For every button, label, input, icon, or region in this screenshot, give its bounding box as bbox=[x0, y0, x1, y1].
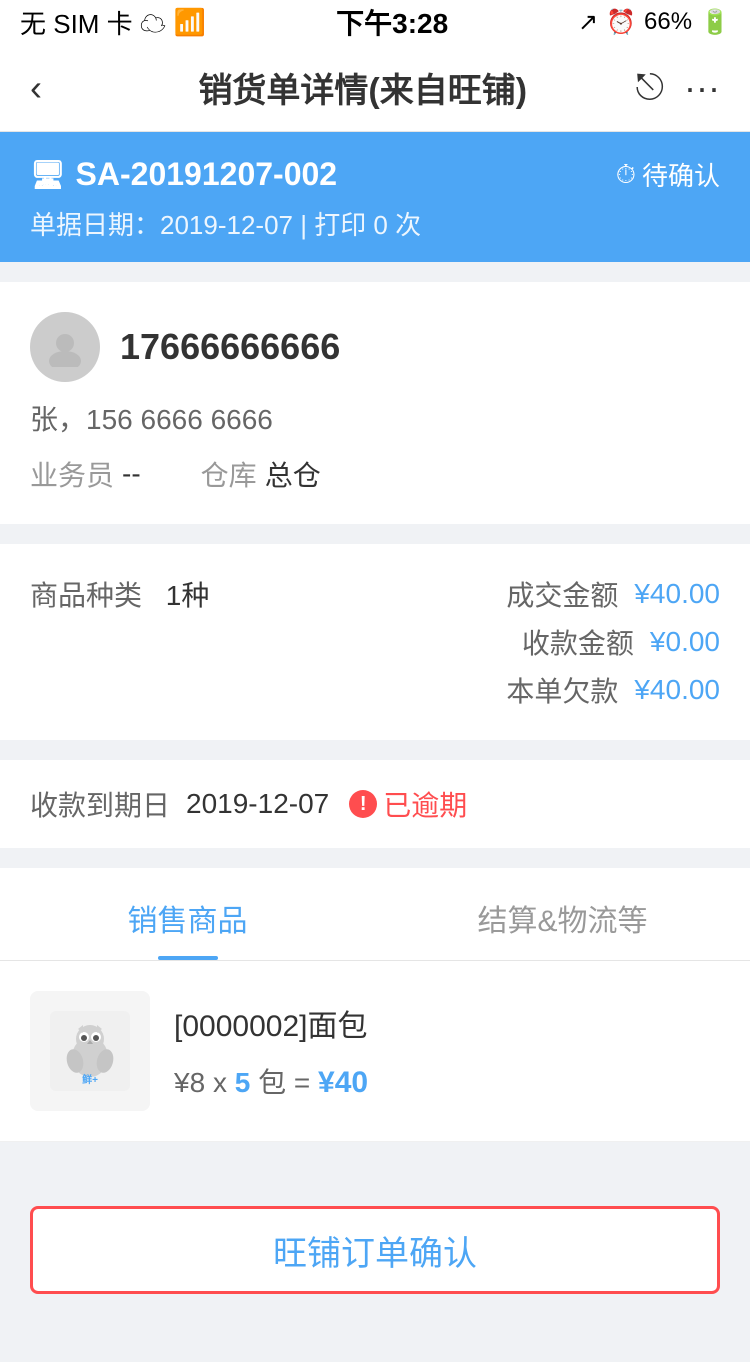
alarm-icon: ⏰ bbox=[606, 8, 636, 37]
price-per-unit: ¥8 bbox=[174, 1067, 205, 1098]
product-image: 鲜+ bbox=[30, 991, 150, 1111]
transaction-amount-item: 成交金额 ¥40.00 bbox=[506, 574, 720, 614]
nav-actions: ⎋ ··· bbox=[636, 66, 720, 109]
owed-amount-label: 本单欠款 bbox=[506, 670, 618, 710]
product-kind-value: 1种 bbox=[166, 580, 210, 611]
summary-left: 商品种类 1种 bbox=[30, 574, 209, 614]
status-bar: 无 SIM 卡 ☁ 📶 下午3:28 ↗ ⏰ 66% 🔋 bbox=[0, 0, 750, 44]
owed-amount-value: ¥40.00 bbox=[634, 674, 720, 706]
due-date-card: 收款到期日 2019-12-07 ! 已逾期 bbox=[0, 760, 750, 848]
overdue-badge: ! 已逾期 bbox=[349, 784, 467, 824]
order-header-card: 🖥 SA-20191207-002 ⏱ 待确认 单据日期：2019-12-07 … bbox=[0, 132, 750, 262]
product-thumbnail: 鲜+ bbox=[50, 1011, 130, 1091]
warehouse-label: 仓库 bbox=[201, 454, 257, 494]
order-id: 🖥 SA-20191207-002 bbox=[30, 156, 337, 193]
status-time: 下午3:28 bbox=[336, 2, 448, 42]
order-status: ⏱ 待确认 bbox=[616, 156, 720, 193]
page-title: 销货单详情(来自旺铺) bbox=[90, 63, 636, 112]
total-value: ¥40 bbox=[318, 1066, 368, 1099]
overdue-text: 已逾期 bbox=[383, 784, 467, 824]
status-clock-icon: ⏱ bbox=[616, 159, 636, 191]
avatar bbox=[30, 312, 100, 382]
order-date: 单据日期：2019-12-07 | 打印 0 次 bbox=[30, 205, 720, 242]
product-price: ¥8 x 5 包 = ¥40 bbox=[174, 1061, 720, 1101]
sim-status: 无 SIM 卡 ☁ bbox=[20, 4, 166, 41]
warehouse-item: 仓库 总仓 bbox=[201, 454, 321, 494]
bottom-bar: 旺铺订单确认 bbox=[0, 1186, 750, 1334]
transaction-amount-label: 成交金额 bbox=[506, 574, 618, 614]
product-info: [0000002]面包 ¥8 x 5 包 = ¥40 bbox=[174, 1001, 720, 1101]
svg-text:鲜+: 鲜+ bbox=[82, 1073, 98, 1086]
share-button[interactable]: ⎋ bbox=[636, 66, 664, 109]
battery-icon: 🔋 bbox=[700, 8, 730, 37]
confirm-order-button[interactable]: 旺铺订单确认 bbox=[30, 1206, 720, 1294]
product-list: 鲜+ [0000002]面包 ¥8 x 5 包 = ¥40 bbox=[0, 961, 750, 1142]
owed-amount-item: 本单欠款 ¥40.00 bbox=[506, 670, 720, 710]
salesperson-label: 业务员 bbox=[30, 454, 114, 494]
overdue-icon: ! bbox=[349, 790, 377, 818]
customer-meta: 业务员 -- 仓库 总仓 bbox=[30, 454, 720, 494]
multiply-sign: x bbox=[213, 1067, 235, 1098]
due-date-label: 收款到期日 bbox=[30, 784, 170, 824]
summary-card: 商品种类 1种 成交金额 ¥40.00 收款金额 ¥0.00 本单欠款 ¥40.… bbox=[0, 544, 750, 740]
product-name: [0000002]面包 bbox=[174, 1001, 720, 1045]
collected-amount-label: 收款金额 bbox=[522, 622, 634, 662]
quantity-value: 5 bbox=[235, 1067, 251, 1098]
status-right: ↗ ⏰ 66% 🔋 bbox=[578, 8, 730, 37]
status-left: 无 SIM 卡 ☁ 📶 bbox=[20, 4, 206, 41]
tab-settlement-logistics[interactable]: 结算&物流等 bbox=[375, 868, 750, 960]
salesperson-item: 业务员 -- bbox=[30, 454, 141, 494]
order-icon: 🖥 bbox=[30, 158, 66, 191]
customer-card: 17666666666 张，156 6666 6666 业务员 -- 仓库 总仓 bbox=[0, 282, 750, 524]
customer-name: 张，156 6666 6666 bbox=[30, 398, 720, 438]
summary-right: 成交金额 ¥40.00 收款金额 ¥0.00 本单欠款 ¥40.00 bbox=[506, 574, 720, 710]
product-item: 鲜+ [0000002]面包 ¥8 x 5 包 = ¥40 bbox=[0, 961, 750, 1142]
collected-amount-item: 收款金额 ¥0.00 bbox=[522, 622, 720, 662]
customer-phone: 17666666666 bbox=[120, 326, 340, 368]
collected-amount-value: ¥0.00 bbox=[650, 626, 720, 658]
tab-sales-products[interactable]: 销售商品 bbox=[0, 868, 375, 960]
tabs: 销售商品 结算&物流等 bbox=[0, 868, 750, 961]
back-button[interactable]: ‹ bbox=[30, 67, 90, 109]
battery-status: 66% bbox=[644, 8, 692, 36]
product-kind-label: 商品种类 bbox=[30, 580, 142, 611]
warehouse-value: 总仓 bbox=[265, 454, 321, 494]
unit-label: 包 bbox=[258, 1067, 286, 1098]
location-icon: ↗ bbox=[578, 8, 598, 37]
nav-bar: ‹ 销货单详情(来自旺铺) ⎋ ··· bbox=[0, 44, 750, 132]
equals-sign: = bbox=[294, 1067, 318, 1098]
due-date-value: 2019-12-07 bbox=[186, 788, 329, 820]
salesperson-value: -- bbox=[122, 458, 141, 490]
more-button[interactable]: ··· bbox=[684, 67, 720, 109]
transaction-amount-value: ¥40.00 bbox=[634, 578, 720, 610]
wifi-icon: 📶 bbox=[174, 7, 206, 38]
